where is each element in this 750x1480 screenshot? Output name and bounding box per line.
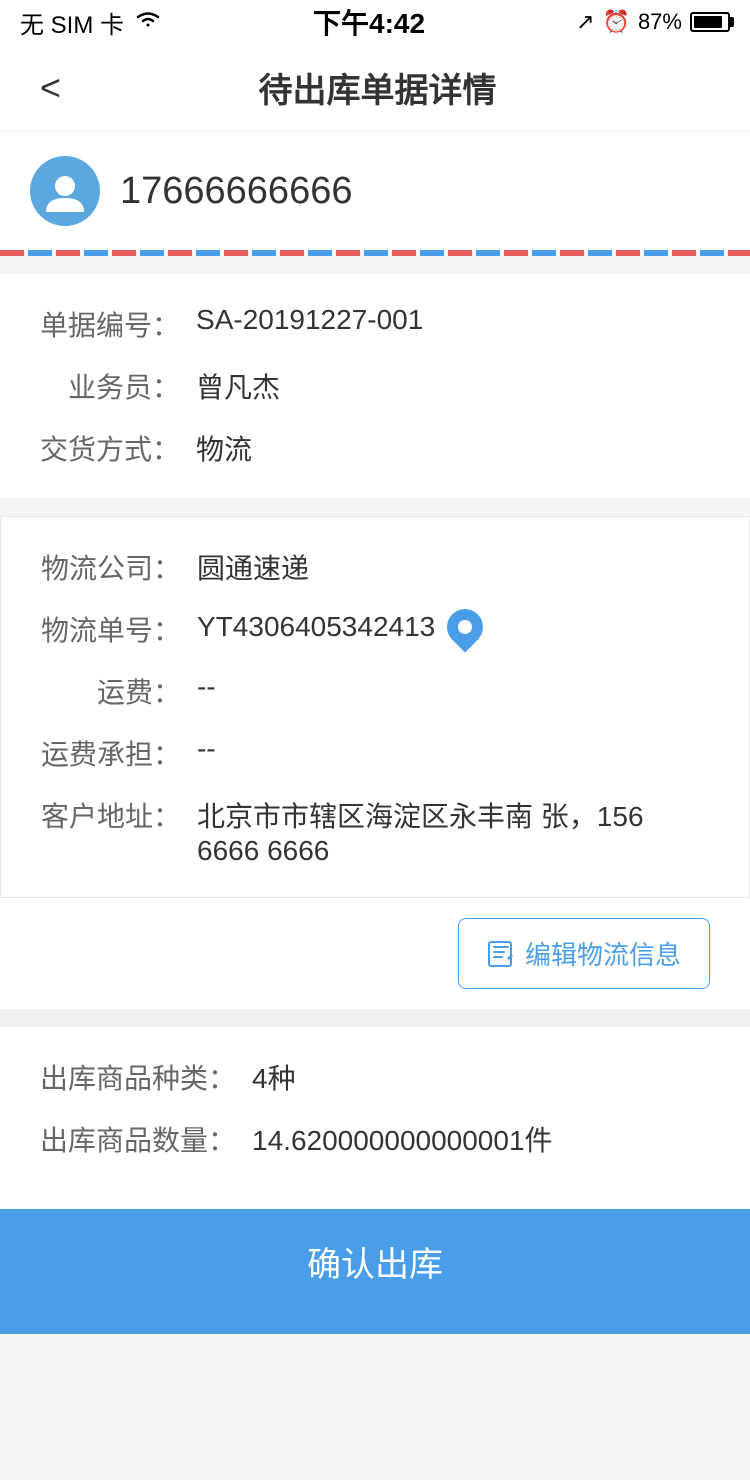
freight-value: --: [197, 671, 709, 703]
tracking-label: 物流单号：: [41, 609, 181, 649]
freight-bearer-label: 运费承担：: [41, 733, 181, 773]
freight-row: 运费： --: [41, 671, 709, 711]
tracking-number: YT43064053424​13: [197, 611, 435, 643]
address-row: 客户地址： 北京市市辖区海淀区永丰南 张，156 6666 6666: [41, 795, 709, 867]
logistics-card: 物流公司： 圆通速递 物流单号： YT43064053424​13 运费： --…: [0, 516, 750, 898]
staff-value: 曾凡杰: [196, 366, 710, 406]
page-title: 待出库单据详情: [91, 63, 664, 112]
confirm-button-container: 确认出库: [0, 1209, 750, 1334]
delivery-row: 交货方式： 物流: [40, 428, 710, 468]
avatar-icon: [42, 168, 88, 214]
goods-quantity-label: 出库商品数量：: [40, 1119, 236, 1159]
battery-percent: 87%: [638, 9, 682, 35]
user-section: 17666666666: [0, 132, 750, 250]
freight-bearer-value: --: [197, 733, 709, 765]
address-label: 客户地址：: [41, 795, 181, 835]
dashed-separator: [0, 250, 750, 256]
freight-bearer-row: 运费承担： --: [41, 733, 709, 773]
order-row: 单据编号： SA-20191227-001: [40, 304, 710, 344]
delivery-label: 交货方式：: [40, 428, 180, 468]
edit-logistics-button[interactable]: 编辑物流信息: [458, 918, 710, 989]
goods-section: 出库商品种类： 4种 出库商品数量： 14.620000000000001件: [0, 1027, 750, 1189]
order-label: 单据编号：: [40, 304, 180, 344]
carrier-label: 无 SIM 卡: [20, 5, 124, 40]
status-bar: 无 SIM 卡 下午4:42 ↗ ⏰ 87%: [0, 0, 750, 44]
order-value: SA-20191227-001: [196, 304, 710, 336]
avatar: [30, 156, 100, 226]
address-value: 北京市市辖区海淀区永丰南 张，156 6666 6666: [197, 795, 709, 867]
goods-types-value: 4种: [252, 1057, 710, 1097]
staff-row: 业务员： 曾凡杰: [40, 366, 710, 406]
freight-label: 运费：: [41, 671, 181, 711]
back-button[interactable]: <: [30, 57, 71, 119]
time-label: 下午4:42: [313, 2, 425, 42]
edit-logistics-label: 编辑物流信息: [525, 935, 681, 972]
company-value: 圆通速递: [197, 547, 709, 587]
wifi-icon: [134, 8, 162, 36]
user-phone: 17666666666: [120, 170, 352, 213]
staff-label: 业务员：: [40, 366, 180, 406]
status-right: ↗ ⏰ 87%: [576, 9, 730, 35]
edit-logistics-area: 编辑物流信息: [0, 898, 750, 1009]
basic-info-section: 单据编号： SA-20191227-001 业务员： 曾凡杰 交货方式： 物流: [0, 274, 750, 498]
goods-types-row: 出库商品种类： 4种: [40, 1057, 710, 1097]
goods-types-label: 出库商品种类：: [40, 1057, 236, 1097]
battery-icon: [690, 12, 730, 32]
tracking-row: 物流单号： YT43064053424​13: [41, 609, 709, 649]
company-row: 物流公司： 圆通速递: [41, 547, 709, 587]
goods-quantity-value: 14.620000000000001件: [252, 1119, 710, 1159]
section-divider: [0, 1009, 750, 1027]
alarm-icon: ⏰: [603, 9, 630, 35]
delivery-value: 物流: [196, 428, 710, 468]
goods-quantity-row: 出库商品数量： 14.620000000000001件: [40, 1119, 710, 1159]
edit-icon: [487, 940, 515, 968]
tracking-value: YT43064053424​13: [197, 609, 709, 645]
company-label: 物流公司：: [41, 547, 181, 587]
nav-bar: < 待出库单据详情: [0, 44, 750, 132]
confirm-button[interactable]: 确认出库: [40, 1237, 710, 1286]
status-left: 无 SIM 卡: [20, 5, 162, 40]
location-icon: ↗: [576, 9, 594, 35]
location-pin-icon: [440, 602, 491, 653]
